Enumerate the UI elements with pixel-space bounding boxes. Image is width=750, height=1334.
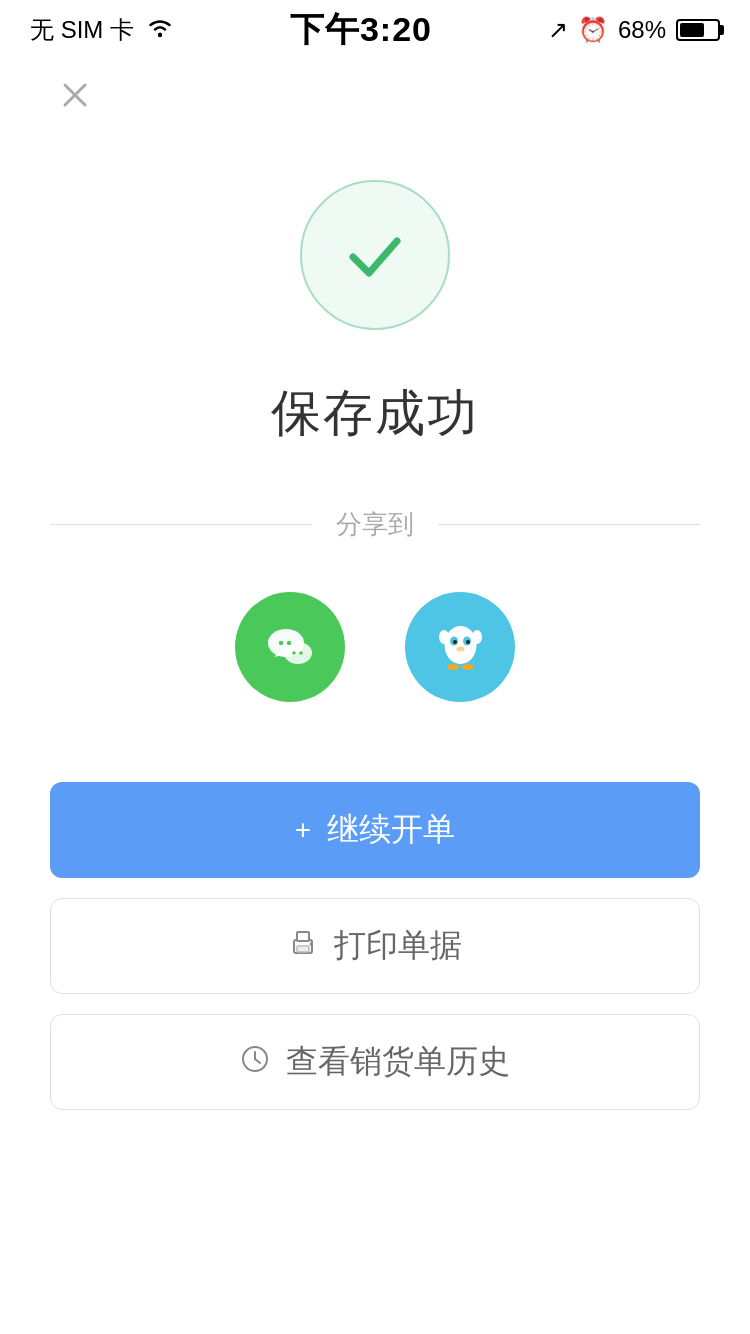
continue-button[interactable]: + 继续开单 — [50, 782, 700, 878]
svg-point-15 — [466, 640, 470, 644]
status-right: ↗ ⏰ 68% — [548, 16, 720, 44]
continue-label: 继续开单 — [327, 808, 455, 852]
svg-point-14 — [453, 640, 457, 644]
svg-point-0 — [158, 33, 162, 37]
clock-icon — [240, 1044, 270, 1081]
status-time: 下午3:20 — [290, 7, 432, 53]
printer-icon — [288, 928, 318, 965]
close-button[interactable] — [50, 70, 100, 120]
action-buttons-group: + 继续开单 打印单据 — [50, 782, 700, 1110]
battery-icon — [676, 19, 720, 41]
print-button[interactable]: 打印单据 — [50, 898, 700, 994]
svg-point-6 — [286, 640, 290, 644]
svg-point-5 — [278, 640, 282, 644]
svg-point-18 — [447, 664, 459, 670]
svg-point-23 — [310, 942, 313, 945]
location-icon: ↗ — [548, 16, 568, 44]
svg-line-26 — [255, 1059, 260, 1063]
no-sim-text: 无 SIM 卡 — [30, 14, 134, 46]
battery-percent: 68% — [618, 16, 666, 44]
svg-point-8 — [299, 651, 303, 655]
share-icons-row — [235, 592, 515, 702]
svg-rect-22 — [297, 946, 309, 952]
close-icon — [59, 79, 91, 111]
svg-point-4 — [284, 642, 312, 664]
plus-icon: + — [295, 814, 311, 846]
wechat-share-button[interactable] — [235, 592, 345, 702]
svg-point-7 — [292, 651, 296, 655]
history-button[interactable]: 查看销货单历史 — [50, 1014, 700, 1110]
status-bar: 无 SIM 卡 下午3:20 ↗ ⏰ 68% — [0, 0, 750, 60]
share-label: 分享到 — [312, 507, 438, 542]
history-label: 查看销货单历史 — [286, 1040, 510, 1084]
wifi-icon — [146, 16, 174, 44]
success-icon-circle — [300, 180, 450, 330]
print-label: 打印单据 — [334, 924, 462, 968]
qq-icon — [428, 615, 493, 680]
svg-point-17 — [451, 646, 469, 660]
checkmark-icon — [335, 215, 415, 295]
success-title: 保存成功 — [271, 380, 479, 447]
alarm-icon: ⏰ — [578, 16, 608, 44]
main-content: 保存成功 分享到 — [0, 60, 750, 1170]
svg-point-19 — [462, 664, 474, 670]
svg-point-11 — [472, 630, 482, 644]
status-left: 无 SIM 卡 — [30, 14, 174, 46]
svg-rect-21 — [297, 932, 309, 941]
share-divider: 分享到 — [50, 507, 700, 542]
qq-share-button[interactable] — [405, 592, 515, 702]
svg-point-10 — [439, 630, 449, 644]
wechat-icon — [258, 615, 323, 680]
